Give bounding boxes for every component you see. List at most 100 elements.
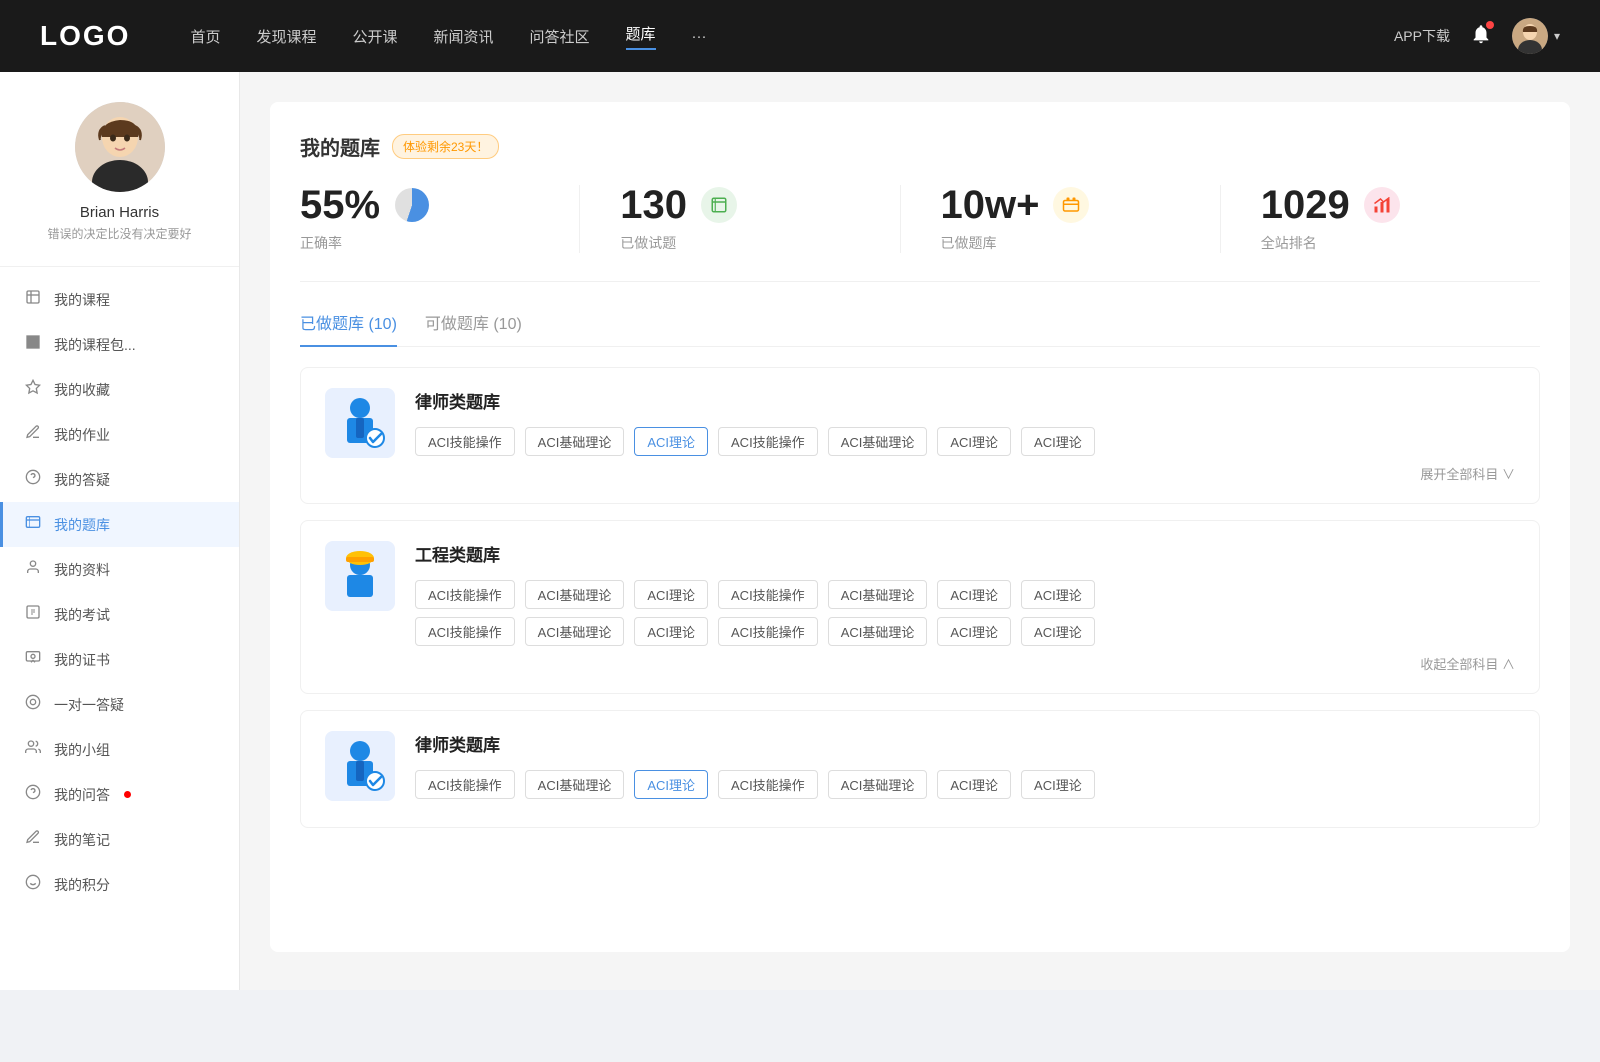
subject-body-2: 工程类题库 ACI技能操作 ACI基础理论 ACI理论 ACI技能操作 ACI基… (415, 541, 1515, 673)
tags-row-1: ACI技能操作 ACI基础理论 ACI理论 ACI技能操作 ACI基础理论 AC… (415, 427, 1515, 456)
stat-label-done: 已做试题 (620, 233, 676, 253)
stat-label-accuracy: 正确率 (300, 233, 342, 253)
nav-discover[interactable]: 发现课程 (256, 26, 316, 47)
navbar: LOGO 首页 发现课程 公开课 新闻资讯 问答社区 题库 ··· APP下载 (0, 0, 1600, 72)
subject-card-lawyer-1: 律师类题库 ACI技能操作 ACI基础理论 ACI理论 ACI技能操作 ACI基… (300, 367, 1540, 504)
sidebar-item-label: 我的笔记 (54, 830, 110, 850)
tag[interactable]: ACI技能操作 (718, 580, 818, 609)
tag[interactable]: ACI理论 (937, 580, 1011, 609)
nav-news[interactable]: 新闻资讯 (434, 26, 494, 47)
tag[interactable]: ACI技能操作 (415, 617, 515, 646)
nav-question-bank[interactable]: 题库 (626, 23, 656, 50)
tag-selected[interactable]: ACI理论 (634, 427, 708, 456)
navbar-right: APP下载 ▾ (1394, 18, 1560, 54)
subject-title-1: 律师类题库 (415, 388, 1515, 413)
sidebar: Brian Harris 错误的决定比没有决定要好 我的课程 我的课程包... (0, 72, 240, 990)
sidebar-item-my-exam[interactable]: 我的考试 (0, 592, 239, 637)
points-icon (24, 874, 42, 895)
tab-available-banks[interactable]: 可做题库 (10) (425, 310, 522, 346)
main-content: 我的题库 体验剩余23天！ 55% 正确率 (240, 72, 1600, 990)
tag[interactable]: ACI技能操作 (415, 427, 515, 456)
tag[interactable]: ACI理论 (937, 770, 1011, 799)
stat-accuracy: 55% 正确率 (300, 185, 580, 253)
tag[interactable]: ACI理论 (1021, 580, 1095, 609)
collapse-link-2[interactable]: 收起全部科目 ∧ (415, 654, 1515, 673)
nav-qa[interactable]: 问答社区 (530, 26, 590, 47)
exam-icon (24, 604, 42, 625)
notification-bell[interactable] (1470, 23, 1492, 50)
stat-top: 130 (620, 185, 737, 225)
sidebar-profile: Brian Harris 错误的决定比没有决定要好 (0, 102, 239, 267)
app-download-button[interactable]: APP下载 (1394, 26, 1450, 46)
stat-label-rank: 全站排名 (1261, 233, 1317, 253)
tab-done-banks[interactable]: 已做题库 (10) (300, 310, 397, 346)
tag[interactable]: ACI基础理论 (828, 617, 928, 646)
nav-open-course[interactable]: 公开课 (352, 26, 397, 47)
sidebar-item-my-qa[interactable]: 我的答疑 (0, 457, 239, 502)
tag[interactable]: ACI基础理论 (525, 617, 625, 646)
sidebar-item-favorites[interactable]: 我的收藏 (0, 367, 239, 412)
question-bank-icon (24, 514, 42, 535)
sidebar-item-label: 我的问答 (54, 785, 110, 805)
sidebar-item-label: 一对一答疑 (54, 695, 124, 715)
tag[interactable]: ACI理论 (1021, 770, 1095, 799)
tag[interactable]: ACI基础理论 (525, 427, 625, 456)
tabs: 已做题库 (10) 可做题库 (10) (300, 310, 1540, 347)
tag[interactable]: ACI理论 (1021, 427, 1095, 456)
sidebar-item-label: 我的小组 (54, 740, 110, 760)
stats-row: 55% 正确率 130 已做试题 (300, 185, 1540, 282)
stat-number-rank: 1029 (1261, 185, 1350, 225)
nav-more[interactable]: ··· (692, 28, 707, 45)
profile-motto: 错误的决定比没有决定要好 (47, 225, 191, 242)
sidebar-item-notes[interactable]: 我的笔记 (0, 817, 239, 862)
tag-selected[interactable]: ACI理论 (634, 770, 708, 799)
sidebar-item-homework[interactable]: 我的作业 (0, 412, 239, 457)
stat-top: 10w+ (941, 185, 1090, 225)
tag[interactable]: ACI基础理论 (828, 580, 928, 609)
sidebar-item-points[interactable]: 我的积分 (0, 862, 239, 907)
tag[interactable]: ACI基础理论 (828, 427, 928, 456)
subject-card-engineer: 工程类题库 ACI技能操作 ACI基础理论 ACI理论 ACI技能操作 ACI基… (300, 520, 1540, 694)
tag[interactable]: ACI基础理论 (525, 770, 625, 799)
sidebar-item-my-questions[interactable]: 我的问答 (0, 772, 239, 817)
stat-done-questions: 130 已做试题 (620, 185, 900, 253)
user-avatar-dropdown[interactable]: ▾ (1512, 18, 1560, 54)
tags-row-3: ACI技能操作 ACI基础理论 ACI理论 ACI技能操作 ACI基础理论 AC… (415, 770, 1515, 799)
tag[interactable]: ACI技能操作 (415, 580, 515, 609)
tag[interactable]: ACI技能操作 (415, 770, 515, 799)
nav-home[interactable]: 首页 (190, 26, 220, 47)
nav-menu: 首页 发现课程 公开课 新闻资讯 问答社区 题库 ··· (190, 23, 1394, 50)
sidebar-item-course-package[interactable]: 我的课程包... (0, 322, 239, 367)
course-icon (24, 289, 42, 310)
tag[interactable]: ACI技能操作 (718, 617, 818, 646)
tag[interactable]: ACI技能操作 (718, 427, 818, 456)
sidebar-item-my-data[interactable]: 我的资料 (0, 547, 239, 592)
tag[interactable]: ACI理论 (937, 617, 1011, 646)
sidebar-item-label: 我的作业 (54, 425, 110, 445)
sidebar-item-certificate[interactable]: 我的证书 (0, 637, 239, 682)
tag[interactable]: ACI理论 (937, 427, 1011, 456)
sidebar-item-one-on-one[interactable]: 一对一答疑 (0, 682, 239, 727)
subject-body-3: 律师类题库 ACI技能操作 ACI基础理论 ACI理论 ACI技能操作 ACI基… (415, 731, 1515, 807)
sidebar-item-my-course[interactable]: 我的课程 (0, 277, 239, 322)
tag[interactable]: ACI理论 (634, 580, 708, 609)
tag[interactable]: ACI理论 (634, 617, 708, 646)
data-icon (24, 559, 42, 580)
notes-icon (24, 829, 42, 850)
tag[interactable]: ACI理论 (1021, 617, 1095, 646)
stat-label-banks: 已做题库 (941, 233, 997, 253)
profile-avatar (75, 102, 165, 192)
certificate-icon (24, 649, 42, 670)
logo: LOGO (40, 20, 130, 52)
expand-link-1[interactable]: 展开全部科目 ∨ (415, 464, 1515, 483)
favorites-icon (24, 379, 42, 400)
tag[interactable]: ACI基础理论 (828, 770, 928, 799)
pie-chart-icon (394, 187, 430, 223)
page-header: 我的题库 体验剩余23天！ (300, 132, 1540, 161)
engineer-icon (325, 541, 395, 611)
stat-number-banks: 10w+ (941, 185, 1040, 225)
tag[interactable]: ACI基础理论 (525, 580, 625, 609)
sidebar-item-question-bank[interactable]: 我的题库 (0, 502, 239, 547)
sidebar-item-my-group[interactable]: 我的小组 (0, 727, 239, 772)
tag[interactable]: ACI技能操作 (718, 770, 818, 799)
